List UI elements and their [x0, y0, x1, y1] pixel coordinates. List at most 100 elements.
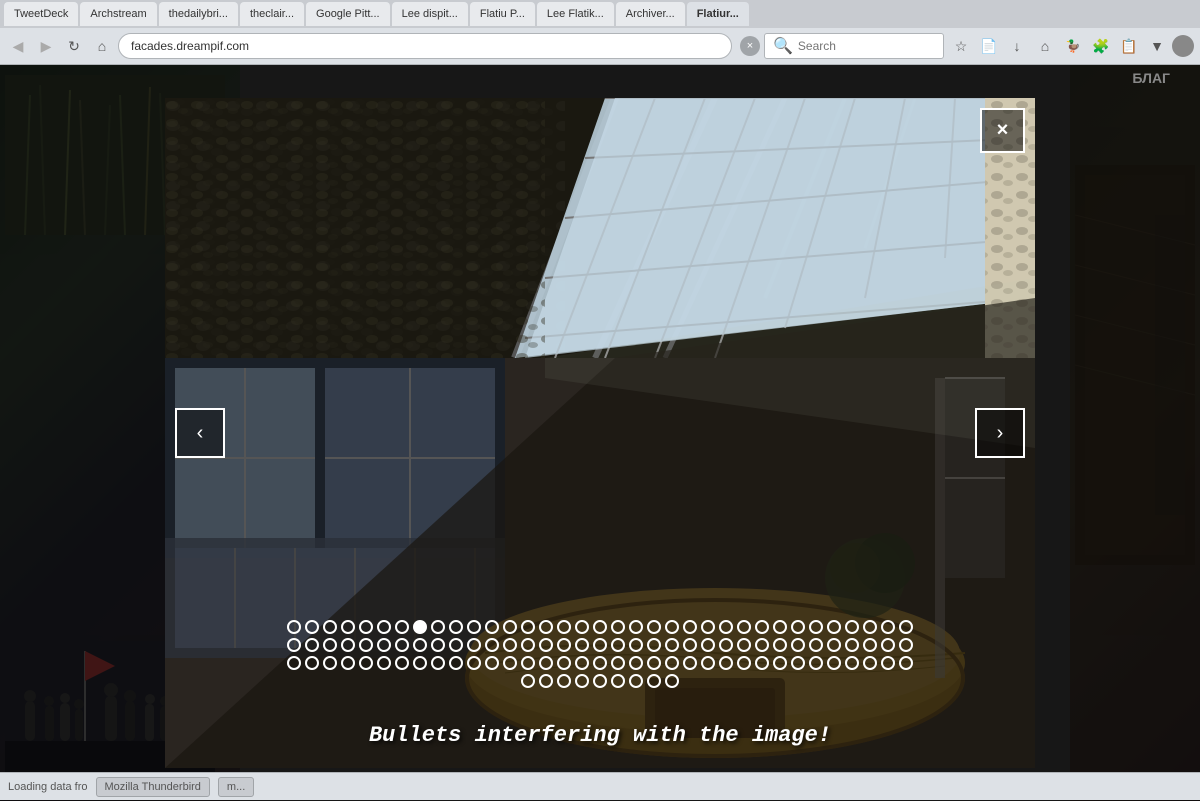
forward-button[interactable]: ▶ [34, 34, 58, 58]
bullet-3-35[interactable] [899, 656, 913, 670]
taskbar-m[interactable]: m... [218, 777, 254, 797]
bullet-1-16[interactable] [557, 620, 571, 634]
bullet-3-33[interactable] [863, 656, 877, 670]
bullet-1-24[interactable] [701, 620, 715, 634]
tab-theclair[interactable]: theclair... [240, 2, 304, 26]
bullet-3-13[interactable] [503, 656, 517, 670]
bullet-2-19[interactable] [611, 638, 625, 652]
bullet-1-29[interactable] [791, 620, 805, 634]
bullet-2-8[interactable] [413, 638, 427, 652]
tab-googlepitt[interactable]: Google Pitt... [306, 2, 390, 26]
bullet-2-30[interactable] [809, 638, 823, 652]
menu-icon[interactable]: ▼ [1144, 33, 1170, 59]
bullet-4-7[interactable] [629, 674, 643, 688]
bullet-3-20[interactable] [629, 656, 643, 670]
bullet-3-11[interactable] [467, 656, 481, 670]
clipboard-icon[interactable]: 📋 [1116, 33, 1142, 59]
bullet-2-35[interactable] [899, 638, 913, 652]
bullet-2-7[interactable] [395, 638, 409, 652]
bullet-1-25[interactable] [719, 620, 733, 634]
bullet-2-21[interactable] [647, 638, 661, 652]
bullet-2-16[interactable] [557, 638, 571, 652]
bullet-3-32[interactable] [845, 656, 859, 670]
bullet-3-29[interactable] [791, 656, 805, 670]
tab-leedispit[interactable]: Lee dispit... [392, 2, 468, 26]
bullet-3-22[interactable] [665, 656, 679, 670]
bullet-4-8[interactable] [647, 674, 661, 688]
bullet-1-35[interactable] [899, 620, 913, 634]
bullet-1-18[interactable] [593, 620, 607, 634]
bullet-1-3[interactable] [323, 620, 337, 634]
bullet-1-34[interactable] [881, 620, 895, 634]
bullet-1-27[interactable] [755, 620, 769, 634]
bullet-3-4[interactable] [341, 656, 355, 670]
bullet-3-16[interactable] [557, 656, 571, 670]
tab-flatiurityp[interactable]: Flatiu P... [470, 2, 535, 26]
bullet-1-10[interactable] [449, 620, 463, 634]
bullet-1-4[interactable] [341, 620, 355, 634]
tab-leeflatik[interactable]: Lee Flatik... [537, 2, 614, 26]
bullet-2-33[interactable] [863, 638, 877, 652]
search-input[interactable] [798, 39, 935, 53]
tab-archiver[interactable]: Archiver... [616, 2, 685, 26]
bullet-3-26[interactable] [737, 656, 751, 670]
bullet-1-33[interactable] [863, 620, 877, 634]
bullet-3-27[interactable] [755, 656, 769, 670]
home-icon[interactable]: ⌂ [1032, 33, 1058, 59]
bullet-4-2[interactable] [539, 674, 553, 688]
bullet-2-31[interactable] [827, 638, 841, 652]
lightbox-next-button[interactable]: › [975, 408, 1025, 458]
bullet-2-12[interactable] [485, 638, 499, 652]
bullet-2-29[interactable] [791, 638, 805, 652]
bullet-2-20[interactable] [629, 638, 643, 652]
bullet-1-31[interactable] [827, 620, 841, 634]
bullet-2-32[interactable] [845, 638, 859, 652]
bullet-2-15[interactable] [539, 638, 553, 652]
back-button[interactable]: ◀ [6, 34, 30, 58]
bullet-1-1[interactable] [287, 620, 301, 634]
bullet-3-14[interactable] [521, 656, 535, 670]
bullet-3-10[interactable] [449, 656, 463, 670]
bullet-1-26[interactable] [737, 620, 751, 634]
lightbox-prev-button[interactable]: ‹ [175, 408, 225, 458]
bullet-1-13[interactable] [503, 620, 517, 634]
bullet-1-8-active[interactable] [413, 620, 427, 634]
bullet-4-6[interactable] [611, 674, 625, 688]
clear-address-button[interactable]: × [740, 36, 760, 56]
bullet-2-22[interactable] [665, 638, 679, 652]
bullet-3-25[interactable] [719, 656, 733, 670]
download-icon[interactable]: ↓ [1004, 33, 1030, 59]
bullet-3-9[interactable] [431, 656, 445, 670]
bullet-3-5[interactable] [359, 656, 373, 670]
bullet-2-34[interactable] [881, 638, 895, 652]
bullet-2-28[interactable] [773, 638, 787, 652]
bullet-2-27[interactable] [755, 638, 769, 652]
puzzle-icon[interactable]: 🧩 [1088, 33, 1114, 59]
bullet-1-19[interactable] [611, 620, 625, 634]
bullet-3-24[interactable] [701, 656, 715, 670]
bullet-3-31[interactable] [827, 656, 841, 670]
bullet-2-23[interactable] [683, 638, 697, 652]
bullet-2-24[interactable] [701, 638, 715, 652]
bullet-1-9[interactable] [431, 620, 445, 634]
bullet-2-9[interactable] [431, 638, 445, 652]
bookmark-star-icon[interactable]: ☆ [948, 33, 974, 59]
bullet-1-5[interactable] [359, 620, 373, 634]
bullet-2-6[interactable] [377, 638, 391, 652]
bullet-3-19[interactable] [611, 656, 625, 670]
bullet-2-10[interactable] [449, 638, 463, 652]
bullet-3-2[interactable] [305, 656, 319, 670]
bullet-3-30[interactable] [809, 656, 823, 670]
bullet-1-17[interactable] [575, 620, 589, 634]
bullet-3-3[interactable] [323, 656, 337, 670]
bullet-3-17[interactable] [575, 656, 589, 670]
reload-button[interactable]: ↻ [62, 34, 86, 58]
bullet-3-34[interactable] [881, 656, 895, 670]
tab-thedailybri[interactable]: thedailybri... [159, 2, 238, 26]
bullet-3-18[interactable] [593, 656, 607, 670]
tab-flatiur-active[interactable]: Flatiur... [687, 2, 749, 26]
bullet-1-32[interactable] [845, 620, 859, 634]
avatar-icon[interactable] [1172, 35, 1194, 57]
bullet-2-17[interactable] [575, 638, 589, 652]
bullet-2-26[interactable] [737, 638, 751, 652]
